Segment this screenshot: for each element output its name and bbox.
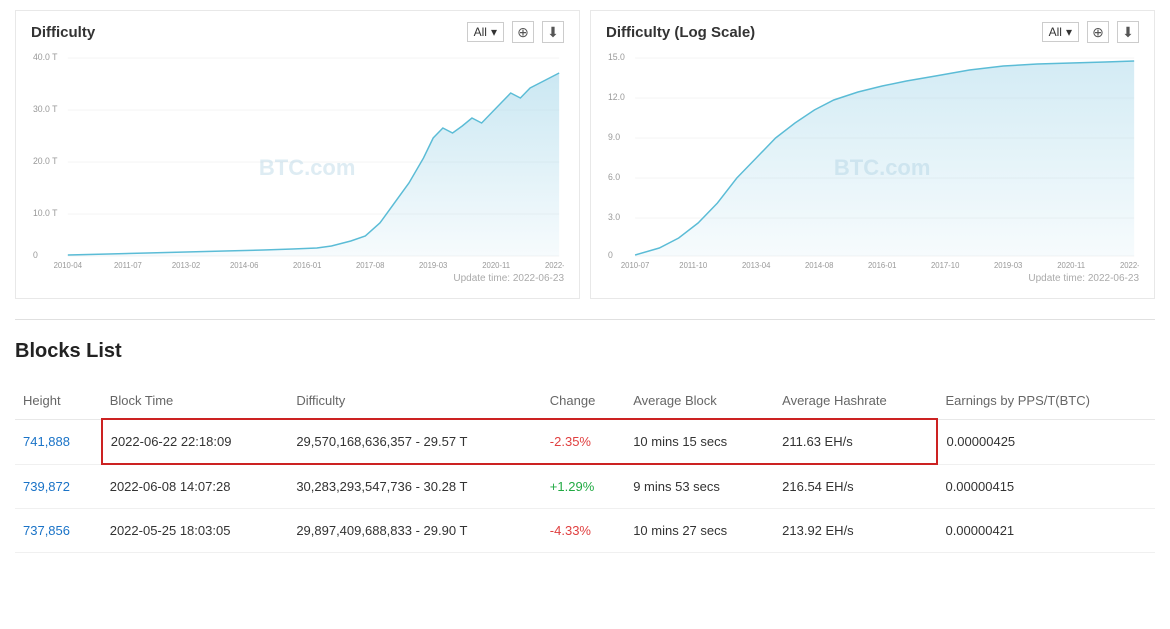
svg-text:2019-03: 2019-03 bbox=[994, 261, 1023, 268]
col-earnings: Earnings by PPS/T(BTC) bbox=[937, 383, 1155, 419]
table-row: 737,856 2022-05-25 18:03:05 29,897,409,6… bbox=[15, 509, 1155, 553]
svg-text:2017-08: 2017-08 bbox=[356, 261, 385, 268]
svg-text:2019-03: 2019-03 bbox=[419, 261, 448, 268]
svg-text:40.0 T: 40.0 T bbox=[33, 52, 58, 62]
cell-avg-hashrate: 213.92 EH/s bbox=[774, 509, 937, 553]
height-link[interactable]: 739,872 bbox=[23, 479, 70, 494]
svg-text:2020-11: 2020-11 bbox=[482, 261, 510, 268]
cell-avg-block: 10 mins 15 secs bbox=[625, 419, 774, 464]
cell-height: 737,856 bbox=[15, 509, 102, 553]
svg-text:2016-01: 2016-01 bbox=[868, 261, 896, 268]
height-link[interactable]: 741,888 bbox=[23, 434, 70, 449]
svg-text:2014-08: 2014-08 bbox=[805, 261, 834, 268]
cell-avg-block: 9 mins 53 secs bbox=[625, 464, 774, 509]
svg-text:20.0 T: 20.0 T bbox=[33, 156, 58, 166]
svg-text:2020-11: 2020-11 bbox=[1057, 261, 1085, 268]
svg-text:2013-04: 2013-04 bbox=[742, 261, 771, 268]
difficulty-log-all-dropdown[interactable]: All ▾ bbox=[1042, 22, 1079, 42]
cell-difficulty: 30,283,293,547,736 - 30.28 T bbox=[288, 464, 541, 509]
svg-text:2010-07: 2010-07 bbox=[621, 261, 649, 268]
cell-change: +1.29% bbox=[542, 464, 625, 509]
difficulty-chart-body: BTC.com 40.0 T 30.0 T 20.0 T 10.0 T 0 bbox=[31, 48, 564, 288]
difficulty-update-time: Update time: 2022-06-23 bbox=[31, 273, 564, 284]
svg-text:2011-10: 2011-10 bbox=[679, 261, 707, 268]
cell-earnings: 0.00000425 bbox=[937, 419, 1155, 464]
svg-text:6.0: 6.0 bbox=[608, 172, 620, 182]
col-change: Change bbox=[542, 383, 625, 419]
difficulty-log-chart-card: Difficulty (Log Scale) All ▾ ⊕ ⬇ BTC.com… bbox=[590, 10, 1155, 299]
col-avg-hashrate: Average Hashrate bbox=[774, 383, 937, 419]
svg-text:2022-06: 2022-06 bbox=[545, 261, 564, 268]
cell-difficulty: 29,897,409,688,833 - 29.90 T bbox=[288, 509, 541, 553]
col-avg-block: Average Block bbox=[625, 383, 774, 419]
difficulty-chart-card: Difficulty All ▾ ⊕ ⬇ BTC.com 40.0 T 30.0… bbox=[15, 10, 580, 299]
blocks-section: Blocks List Height Block Time Difficulty… bbox=[15, 340, 1155, 553]
difficulty-zoom-in-btn[interactable]: ⊕ bbox=[512, 21, 534, 43]
cell-block-time: 2022-06-22 22:18:09 bbox=[102, 419, 289, 464]
difficulty-all-dropdown[interactable]: All ▾ bbox=[467, 22, 504, 42]
chevron-down-icon: ▾ bbox=[491, 25, 497, 39]
charts-section: Difficulty All ▾ ⊕ ⬇ BTC.com 40.0 T 30.0… bbox=[15, 10, 1155, 299]
cell-change: -4.33% bbox=[542, 509, 625, 553]
difficulty-log-chart-header: Difficulty (Log Scale) All ▾ ⊕ ⬇ bbox=[606, 21, 1139, 43]
difficulty-log-download-btn[interactable]: ⬇ bbox=[1117, 21, 1139, 43]
svg-text:0: 0 bbox=[608, 250, 613, 260]
chevron-down-icon-2: ▾ bbox=[1066, 25, 1072, 39]
cell-block-time: 2022-05-25 18:03:05 bbox=[102, 509, 289, 553]
svg-text:2014-06: 2014-06 bbox=[230, 261, 259, 268]
svg-text:15.0: 15.0 bbox=[608, 52, 625, 62]
cell-earnings: 0.00000421 bbox=[937, 509, 1155, 553]
difficulty-log-chart-body: BTC.com 15.0 12.0 9.0 6.0 3.0 0 bbox=[606, 48, 1139, 288]
svg-text:9.0: 9.0 bbox=[608, 132, 620, 142]
cell-avg-hashrate: 211.63 EH/s bbox=[774, 419, 937, 464]
blocks-table-body: 741,888 2022-06-22 22:18:0929,570,168,636… bbox=[15, 419, 1155, 553]
difficulty-chart-header: Difficulty All ▾ ⊕ ⬇ bbox=[31, 21, 564, 43]
svg-text:2013-02: 2013-02 bbox=[172, 261, 200, 268]
cell-height: 739,872 bbox=[15, 464, 102, 509]
cell-avg-block: 10 mins 27 secs bbox=[625, 509, 774, 553]
svg-text:10.0 T: 10.0 T bbox=[33, 208, 58, 218]
difficulty-log-zoom-in-btn[interactable]: ⊕ bbox=[1087, 21, 1109, 43]
svg-text:2022-06: 2022-06 bbox=[1120, 261, 1139, 268]
table-row: 741,888 2022-06-22 22:18:0929,570,168,636… bbox=[15, 419, 1155, 464]
cell-avg-hashrate: 216.54 EH/s bbox=[774, 464, 937, 509]
cell-height: 741,888 bbox=[15, 419, 102, 464]
cell-change: -2.35% bbox=[542, 419, 625, 464]
svg-text:2011-07: 2011-07 bbox=[114, 261, 142, 268]
section-divider bbox=[15, 319, 1155, 320]
difficulty-chart-controls: All ▾ ⊕ ⬇ bbox=[467, 21, 564, 43]
cell-earnings: 0.00000415 bbox=[937, 464, 1155, 509]
table-row: 739,872 2022-06-08 14:07:28 30,283,293,5… bbox=[15, 464, 1155, 509]
blocks-list-title: Blocks List bbox=[15, 340, 1155, 363]
col-block-time: Block Time bbox=[102, 383, 289, 419]
cell-difficulty: 29,570,168,636,357 - 29.57 T bbox=[288, 419, 541, 464]
svg-text:30.0 T: 30.0 T bbox=[33, 104, 58, 114]
difficulty-download-btn[interactable]: ⬇ bbox=[542, 21, 564, 43]
svg-text:3.0: 3.0 bbox=[608, 212, 620, 222]
blocks-table-header-row: Height Block Time Difficulty Change Aver… bbox=[15, 383, 1155, 419]
difficulty-log-chart-svg: 15.0 12.0 9.0 6.0 3.0 0 bbox=[606, 48, 1139, 268]
difficulty-chart-title: Difficulty bbox=[31, 24, 95, 41]
svg-text:2010-04: 2010-04 bbox=[54, 261, 83, 268]
difficulty-log-update-time: Update time: 2022-06-23 bbox=[606, 273, 1139, 284]
svg-text:2017-10: 2017-10 bbox=[931, 261, 960, 268]
blocks-table: Height Block Time Difficulty Change Aver… bbox=[15, 383, 1155, 553]
difficulty-chart-svg: 40.0 T 30.0 T 20.0 T 10.0 T 0 bbox=[31, 48, 564, 268]
difficulty-log-chart-title: Difficulty (Log Scale) bbox=[606, 24, 755, 41]
difficulty-log-chart-controls: All ▾ ⊕ ⬇ bbox=[1042, 21, 1139, 43]
height-link[interactable]: 737,856 bbox=[23, 523, 70, 538]
svg-text:0: 0 bbox=[33, 250, 38, 260]
col-height: Height bbox=[15, 383, 102, 419]
blocks-table-header: Height Block Time Difficulty Change Aver… bbox=[15, 383, 1155, 419]
svg-text:12.0: 12.0 bbox=[608, 92, 625, 102]
col-difficulty: Difficulty bbox=[288, 383, 541, 419]
cell-block-time: 2022-06-08 14:07:28 bbox=[102, 464, 289, 509]
svg-text:2016-01: 2016-01 bbox=[293, 261, 321, 268]
main-container: Difficulty All ▾ ⊕ ⬇ BTC.com 40.0 T 30.0… bbox=[0, 0, 1170, 563]
